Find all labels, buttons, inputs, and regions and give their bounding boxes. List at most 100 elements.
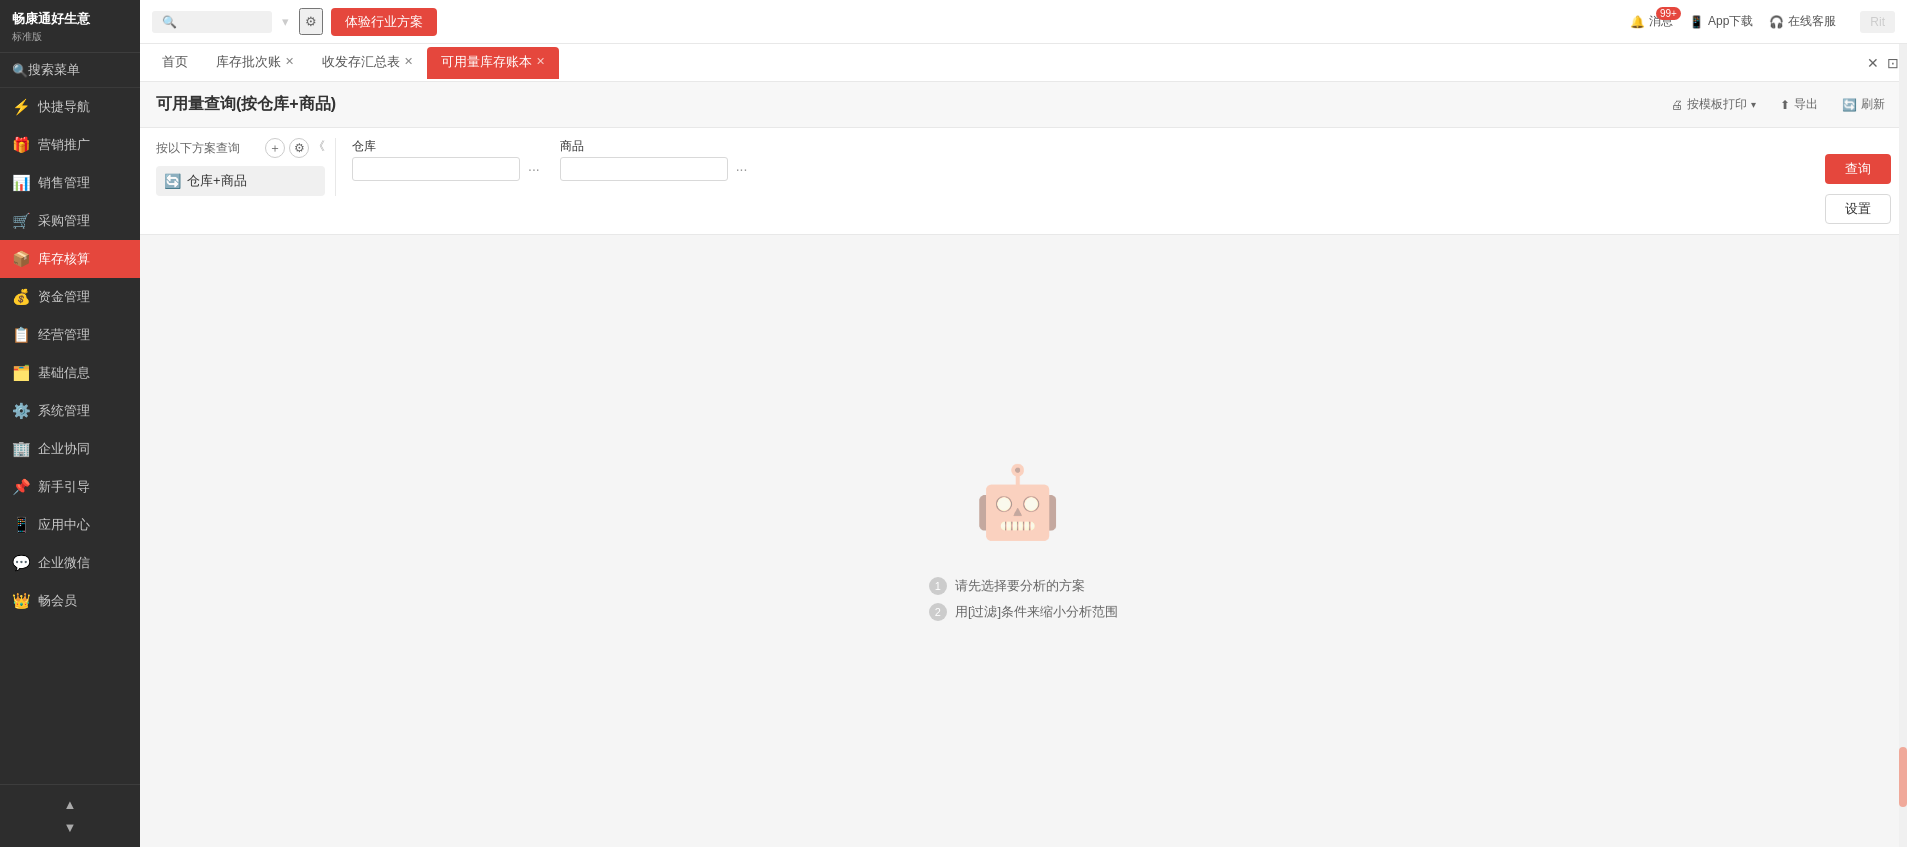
product-label: 商品 — [560, 138, 752, 155]
sidebar-item-enterprise[interactable]: 🏢 企业协同 — [0, 430, 140, 468]
sidebar-item-label: 企业协同 — [38, 440, 90, 458]
empty-tips: 1 请先选择要分析的方案 2 用[过滤]条件来缩小分析范围 — [929, 577, 1118, 621]
tab-close-icon[interactable]: ✕ — [285, 55, 294, 68]
user-name: Rit — [1870, 15, 1885, 29]
notifications-button[interactable]: 🔔 消息 99+ — [1630, 13, 1673, 30]
sidebar-item-wechat[interactable]: 💬 企业微信 — [0, 544, 140, 582]
add-scheme-button[interactable]: ＋ — [265, 138, 285, 158]
sidebar-item-member[interactable]: 👑 畅会员 — [0, 582, 140, 620]
search-icon: 🔍 — [162, 15, 177, 29]
sidebar-item-inventory[interactable]: 📦 库存核算 — [0, 240, 140, 278]
content-area: 可用量查询(按仓库+商品) 🖨 按模板打印 ▾ ⬆ 导出 🔄 刷新 — [140, 82, 1907, 847]
product-input[interactable] — [560, 157, 728, 181]
apps-icon: 📱 — [12, 516, 30, 534]
sidebar-item-operations[interactable]: 📋 经营管理 — [0, 316, 140, 354]
sales-icon: 📊 — [12, 174, 30, 192]
filter-add-buttons: ＋ ⚙ 《 — [265, 138, 325, 158]
filter-header-label: 按以下方案查询 — [156, 140, 240, 157]
sidebar-item-finance[interactable]: 💰 资金管理 — [0, 278, 140, 316]
scroll-up-button[interactable]: ▲ — [12, 793, 128, 816]
tab-home[interactable]: 首页 — [148, 47, 202, 79]
sidebar-item-basic[interactable]: 🗂️ 基础信息 — [0, 354, 140, 392]
scheme-icon: 🔄 — [164, 173, 181, 189]
sidebar-item-label: 畅会员 — [38, 592, 77, 610]
sidebar-item-label: 应用中心 — [38, 516, 90, 534]
sidebar-search[interactable]: 🔍 搜索菜单 — [0, 53, 140, 88]
online-service-button[interactable]: 🎧 在线客服 — [1769, 13, 1836, 30]
app-download-label: App下载 — [1708, 13, 1753, 30]
refresh-icon: 🔄 — [1842, 98, 1857, 112]
scroll-down-button[interactable]: ▼ — [12, 816, 128, 839]
main-area: 🔍 ▾ ⚙ 体验行业方案 🔔 消息 99+ 📱 App下载 🎧 在线客服 Rit — [140, 0, 1907, 847]
warehouse-more-icon[interactable]: ··· — [524, 161, 544, 177]
sidebar-item-marketing[interactable]: 🎁 营销推广 — [0, 126, 140, 164]
settings-icon-button[interactable]: ⚙ — [299, 8, 323, 35]
purchase-icon: 🛒 — [12, 212, 30, 230]
close-window-icon[interactable]: ✕ — [1867, 55, 1879, 71]
sidebar-item-label: 库存核算 — [38, 250, 90, 268]
tabs-bar: 首页 库存批次账 ✕ 收发存汇总表 ✕ 可用量库存账本 ✕ ✕ ⊡ — [140, 44, 1907, 82]
enterprise-icon: 🏢 — [12, 440, 30, 458]
filter-fields: 仓库 ··· 商品 ··· — [336, 138, 1809, 181]
print-button[interactable]: 🖨 按模板打印 ▾ — [1665, 92, 1762, 117]
search-label: 搜索菜单 — [28, 61, 80, 79]
user-avatar[interactable]: Rit — [1860, 11, 1895, 33]
scheme-label: 仓库+商品 — [187, 172, 247, 190]
tab-collect-summary[interactable]: 收发存汇总表 ✕ — [308, 47, 427, 79]
tab-available-ledger[interactable]: 可用量库存账本 ✕ — [427, 47, 559, 79]
dropdown-arrow[interactable]: ▾ — [282, 14, 289, 29]
scheme-settings-button[interactable]: ⚙ — [289, 138, 309, 158]
tab-label: 首页 — [162, 53, 188, 71]
topbar-search-box[interactable]: 🔍 — [152, 11, 272, 33]
app-version: 标准版 — [12, 30, 128, 44]
empty-tip-1: 1 请先选择要分析的方案 — [929, 577, 1118, 595]
refresh-button[interactable]: 🔄 刷新 — [1836, 92, 1891, 117]
right-scrollbar[interactable] — [1899, 44, 1907, 847]
inventory-icon: 📦 — [12, 250, 30, 268]
newbie-icon: 📌 — [12, 478, 30, 496]
phone-icon: 📱 — [1689, 15, 1704, 29]
sidebar-item-label: 营销推广 — [38, 136, 90, 154]
dropdown-chevron-icon[interactable]: ▾ — [1751, 99, 1756, 110]
right-action-column: 查询 设置 — [1825, 138, 1891, 224]
industry-solution-button[interactable]: 体验行业方案 — [331, 8, 437, 36]
maximize-icon[interactable]: ⊡ — [1887, 55, 1899, 71]
sidebar-nav: ⚡ 快捷导航 🎁 营销推广 📊 销售管理 🛒 采购管理 📦 库存核算 💰 资金管… — [0, 88, 140, 784]
query-button[interactable]: 查询 — [1825, 154, 1891, 184]
page-title: 可用量查询(按仓库+商品) — [156, 94, 336, 115]
sidebar-item-label: 企业微信 — [38, 554, 90, 572]
tip-text-1: 请先选择要分析的方案 — [955, 577, 1085, 595]
sidebar-item-label: 采购管理 — [38, 212, 90, 230]
column-settings-button[interactable]: 设置 — [1825, 194, 1891, 224]
product-more-icon[interactable]: ··· — [732, 161, 752, 177]
tab-label: 可用量库存账本 — [441, 53, 532, 71]
tip-text-2: 用[过滤]条件来缩小分析范围 — [955, 603, 1118, 621]
sidebar: 畅康通好生意 标准版 🔍 搜索菜单 ⚡ 快捷导航 🎁 营销推广 📊 销售管理 🛒… — [0, 0, 140, 847]
tab-batch-accounts[interactable]: 库存批次账 ✕ — [202, 47, 308, 79]
page-header: 可用量查询(按仓库+商品) 🖨 按模板打印 ▾ ⬆ 导出 🔄 刷新 — [140, 82, 1907, 128]
sidebar-item-label: 快捷导航 — [38, 98, 90, 116]
tab-close-icon[interactable]: ✕ — [404, 55, 413, 68]
sidebar-item-label: 资金管理 — [38, 288, 90, 306]
sidebar-item-quick-nav[interactable]: ⚡ 快捷导航 — [0, 88, 140, 126]
filter-sidebar-header: 按以下方案查询 ＋ ⚙ 《 — [156, 138, 325, 158]
sidebar-bottom: ▲ ▼ — [0, 784, 140, 847]
tip-number-2: 2 — [929, 603, 947, 621]
quick-nav-icon: ⚡ — [12, 98, 30, 116]
collapse-filter-icon[interactable]: 《 — [313, 138, 325, 158]
sidebar-item-system[interactable]: ⚙️ 系统管理 — [0, 392, 140, 430]
sidebar-item-apps[interactable]: 📱 应用中心 — [0, 506, 140, 544]
export-button[interactable]: ⬆ 导出 — [1774, 92, 1824, 117]
sidebar-item-sales[interactable]: 📊 销售管理 — [0, 164, 140, 202]
sidebar-item-purchase[interactable]: 🛒 采购管理 — [0, 202, 140, 240]
filter-sidebar: 按以下方案查询 ＋ ⚙ 《 🔄 仓库+商品 — [156, 138, 336, 196]
tip-number-1: 1 — [929, 577, 947, 595]
header-actions: 🖨 按模板打印 ▾ ⬆ 导出 🔄 刷新 — [1665, 92, 1891, 117]
tab-close-icon[interactable]: ✕ — [536, 55, 545, 68]
app-download-button[interactable]: 📱 App下载 — [1689, 13, 1753, 30]
filter-field-warehouse: 仓库 ··· — [352, 138, 544, 181]
marketing-icon: 🎁 — [12, 136, 30, 154]
filter-scheme-item-warehouse-product[interactable]: 🔄 仓库+商品 — [156, 166, 325, 196]
warehouse-input[interactable] — [352, 157, 520, 181]
sidebar-item-newbie[interactable]: 📌 新手引导 — [0, 468, 140, 506]
